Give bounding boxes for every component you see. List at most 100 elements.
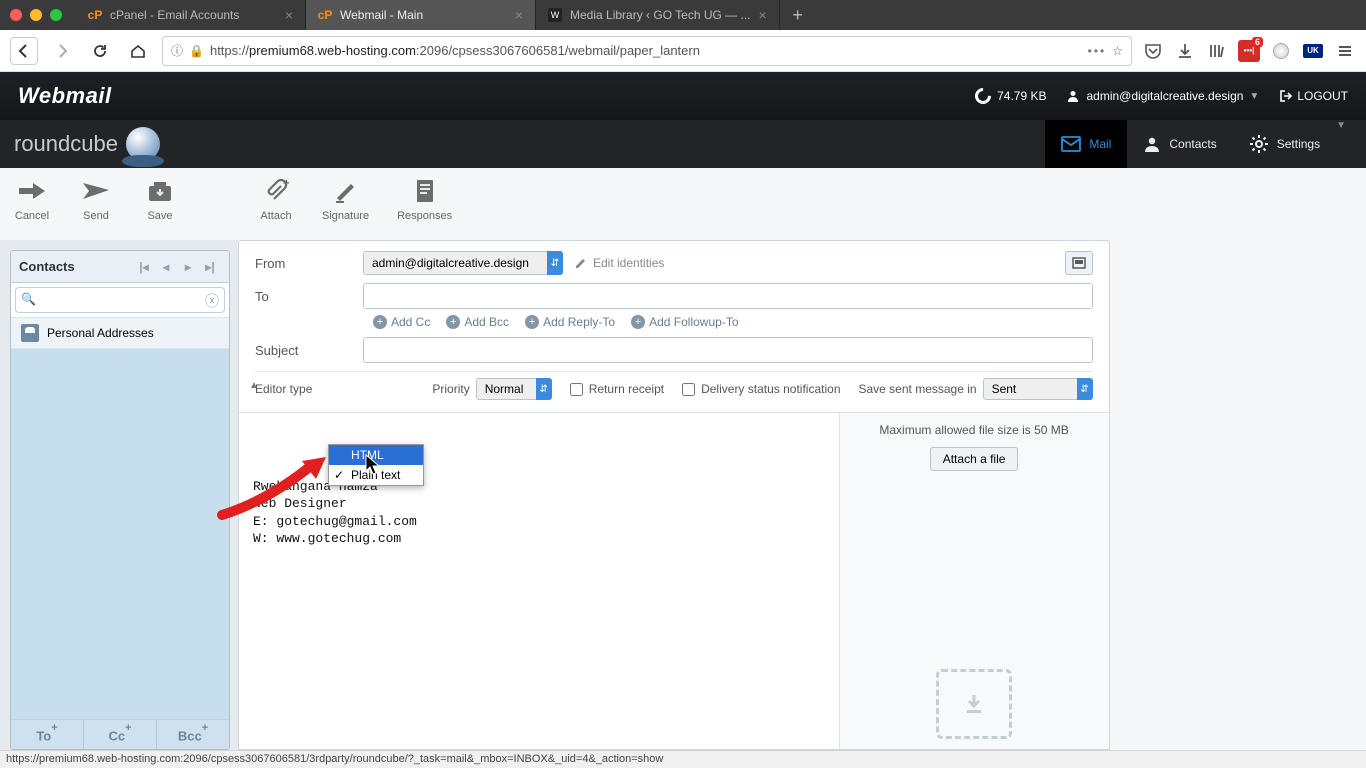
plus-icon: + [631,315,645,329]
save-sent-select[interactable]: Sent [983,378,1093,400]
search-icon: 🔍 [21,292,36,306]
attachment-dropzone[interactable] [936,669,1012,739]
to-input[interactable] [363,283,1093,309]
priority-select[interactable]: Normal [476,378,552,400]
info-icon[interactable]: ⓘ [171,42,183,59]
nav-contacts[interactable]: Contacts [1127,120,1232,168]
add-cc-button[interactable]: Cc+ [84,720,157,749]
editor-option-html[interactable]: HTML [329,445,423,465]
wordpress-icon: W [548,8,562,22]
editor-option-plaintext[interactable]: ✓Plain text [329,465,423,485]
return-receipt-checkbox[interactable] [570,383,583,396]
mail-icon [1061,136,1081,152]
add-bcc-link[interactable]: +Add Bcc [446,315,509,329]
addressbook-personal[interactable]: Personal Addresses [11,318,229,349]
download-arrow-icon [959,689,989,719]
new-tab-button[interactable]: + [780,0,816,30]
search-input[interactable] [15,287,225,313]
last-page-button[interactable]: ▸| [199,256,221,278]
save-sent-label: Save sent message in [859,382,977,396]
storage-usage[interactable]: 74.79 KB [975,88,1046,104]
clear-search-icon[interactable]: ⓧ [205,291,219,311]
close-icon[interactable]: × [285,7,293,23]
attach-file-button[interactable]: Attach a file [930,447,1019,471]
maximize-window[interactable] [50,9,62,21]
add-cc-link[interactable]: +Add Cc [373,315,430,329]
attach-button[interactable]: + Attach [258,176,294,222]
save-button[interactable]: Save [142,176,178,222]
hamburger-menu-icon[interactable] [1334,40,1356,62]
address-bar[interactable]: ⓘ 🔒 https://premium68.web-hosting.com:20… [162,36,1132,66]
collapse-toggle-icon[interactable]: ▲ [249,380,259,391]
browser-toolbar: ⓘ 🔒 https://premium68.web-hosting.com:20… [0,30,1366,72]
extension-icon[interactable] [1270,40,1292,62]
popout-button[interactable] [1065,251,1093,275]
responses-button[interactable]: Responses [397,176,452,222]
cpanel-icon: cP [318,8,332,22]
home-button[interactable] [124,37,152,65]
signature-button[interactable]: Signature [322,176,369,222]
add-bcc-button[interactable]: Bcc+ [157,720,229,749]
add-to-button[interactable]: To+ [11,720,84,749]
nav-settings[interactable]: Settings [1233,120,1336,168]
forward-button[interactable] [48,37,76,65]
reload-button[interactable] [86,37,114,65]
contacts-sidebar: Contacts |◂ ◂ ▸ ▸| 🔍 ⓧ [10,250,230,750]
cancel-button[interactable]: Cancel [14,176,50,222]
user-menu[interactable]: admin@digitalcreative.design ▼ [1066,89,1259,103]
send-button[interactable]: Send [78,176,114,222]
addressbook-icon [21,324,39,342]
webmail-header: Webmail 74.79 KB admin@digitalcreative.d… [0,72,1366,120]
chevron-down-icon[interactable]: ▼ [1336,120,1352,168]
contacts-header: Contacts |◂ ◂ ▸ ▸| [11,251,229,283]
to-label: To [255,289,363,304]
tab-label: Media Library ‹ GO Tech UG — ... [570,8,751,22]
first-page-button[interactable]: |◂ [133,256,155,278]
minimize-window[interactable] [30,9,42,21]
subject-input[interactable] [363,337,1093,363]
next-page-button[interactable]: ▸ [177,256,199,278]
recipient-footer: To+ Cc+ Bcc+ [11,719,229,749]
gauge-icon [972,85,995,108]
close-icon[interactable]: × [515,7,523,23]
user-icon [1066,89,1080,103]
tab-cpanel-email[interactable]: cP cPanel - Email Accounts × [76,0,306,30]
prev-page-button[interactable]: ◂ [155,256,177,278]
tab-webmail-main[interactable]: cP Webmail - Main × [306,0,536,30]
more-actions-icon[interactable]: ••• [1088,44,1107,58]
plus-icon: + [373,315,387,329]
nav-mail[interactable]: Mail [1045,120,1127,168]
language-flag-icon[interactable]: UK [1302,40,1324,62]
webmail-logo: Webmail [18,83,112,109]
add-followup-link[interactable]: +Add Followup-To [631,315,738,329]
roundcube-bar: roundcube Mail Contacts Settings ▼ [0,120,1366,168]
logout-button[interactable]: LOGOUT [1279,89,1348,103]
toolbar-actions: •••|6 UK [1142,40,1356,62]
close-window[interactable] [10,9,22,21]
contacts-list-empty [11,349,229,719]
subject-label: Subject [255,343,363,358]
pencil-icon [575,257,587,269]
plus-icon: + [446,315,460,329]
from-select[interactable]: admin@digitalcreative.design [363,251,563,275]
close-icon[interactable]: × [759,7,767,23]
pocket-icon[interactable] [1142,40,1164,62]
dsn-checkbox[interactable] [682,383,695,396]
window-titlebar: cP cPanel - Email Accounts × cP Webmail … [0,0,1366,30]
library-icon[interactable] [1206,40,1228,62]
from-label: From [255,256,363,271]
contacts-search: 🔍 ⓧ [11,283,229,318]
logout-icon [1279,89,1293,103]
add-replyto-link[interactable]: +Add Reply-To [525,315,615,329]
return-receipt-label: Return receipt [589,382,664,396]
back-button[interactable] [10,37,38,65]
edit-identities-link[interactable]: Edit identities [575,256,664,270]
tab-media-library[interactable]: W Media Library ‹ GO Tech UG — ... × [536,0,780,30]
downloads-icon[interactable] [1174,40,1196,62]
attachment-size-note: Maximum allowed file size is 50 MB [879,423,1068,437]
editor-type-label: Editor type [255,382,312,396]
lastpass-icon[interactable]: •••|6 [1238,40,1260,62]
bookmark-star-icon[interactable]: ☆ [1112,44,1123,58]
gear-icon [1249,134,1269,154]
plus-icon: + [525,315,539,329]
